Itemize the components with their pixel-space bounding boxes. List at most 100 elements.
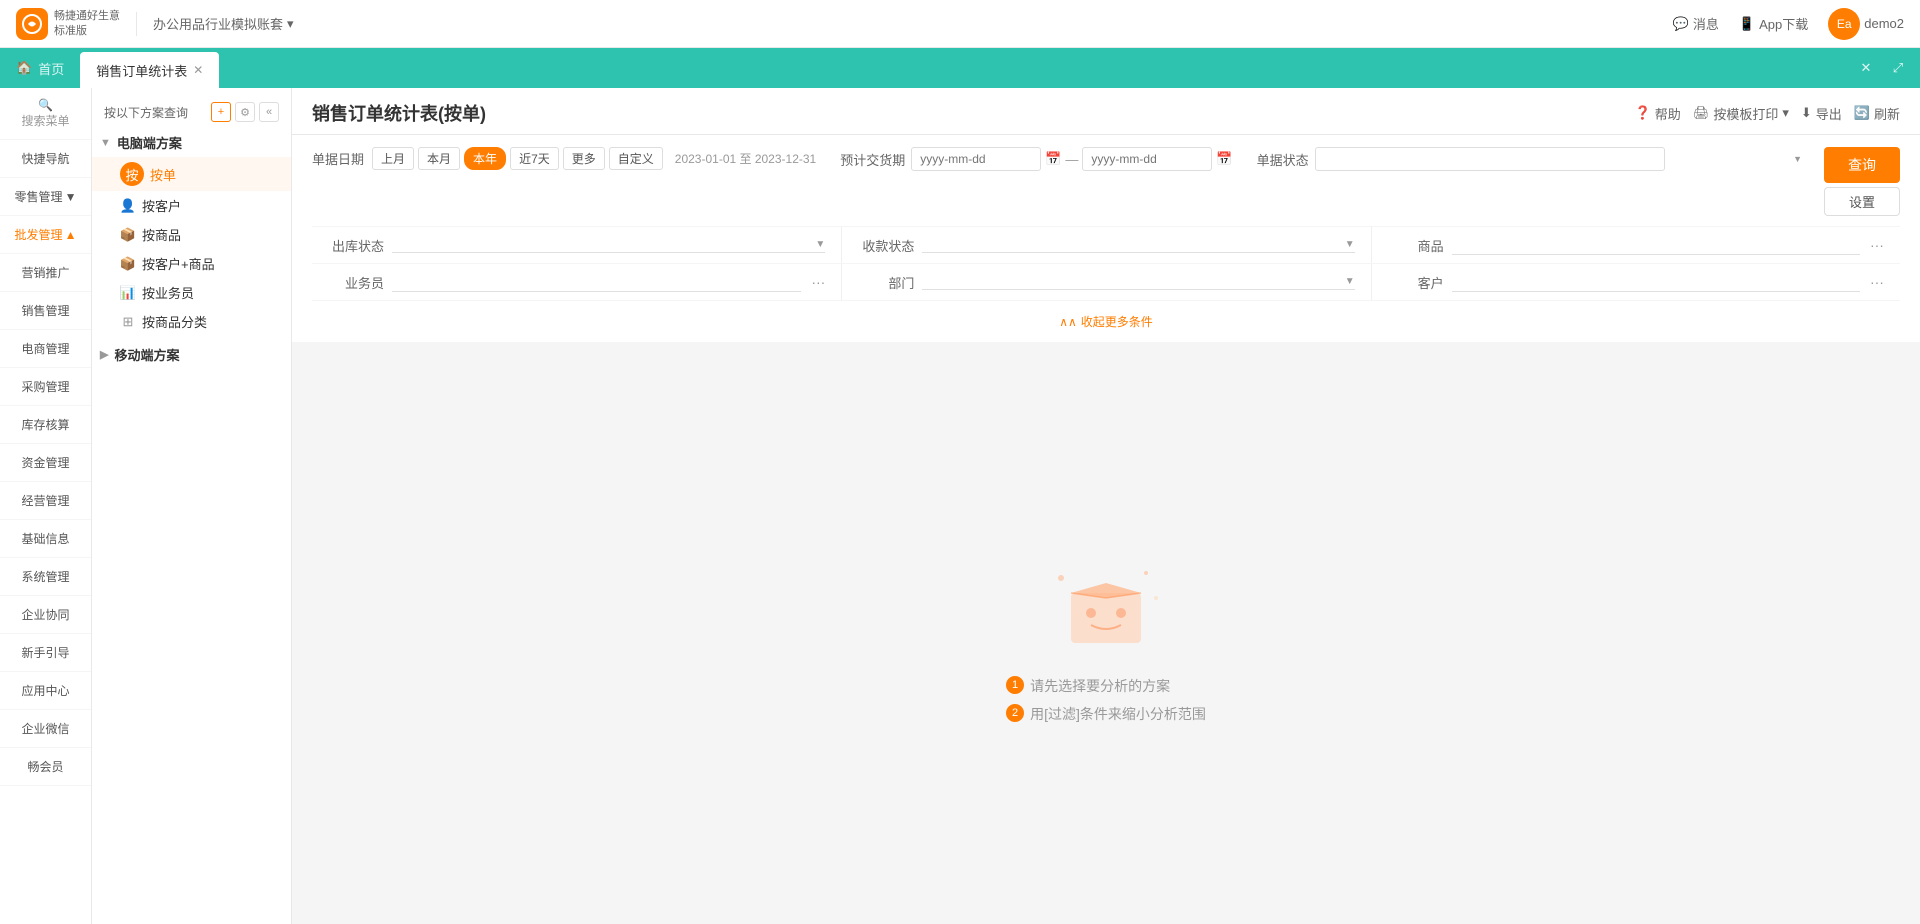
calendar-end-icon[interactable]: 📅 xyxy=(1216,151,1232,167)
last-month-btn[interactable]: 上月 xyxy=(372,147,414,170)
sidebar-item-wholesale[interactable]: 批发管理 ▲ xyxy=(0,216,91,254)
out-status-select-wrap: ▼ xyxy=(392,237,825,253)
tree-item-by-customer-product[interactable]: 📦 按客户+商品 xyxy=(92,249,291,278)
workspace-selector[interactable]: 办公用品行业模拟账套 ▾ xyxy=(153,14,294,33)
sidebar-item-guide[interactable]: 新手引导 xyxy=(0,634,91,672)
empty-illustration xyxy=(1036,543,1176,656)
chevron-down-icon: ▼ xyxy=(100,137,111,149)
query-button[interactable]: 查询 xyxy=(1824,147,1900,183)
avatar: Ea xyxy=(1828,8,1860,40)
sidebar-item-retail[interactable]: 零售管理 ▼ xyxy=(0,178,91,216)
last-7-days-btn[interactable]: 近7天 xyxy=(510,147,559,170)
user-avatar[interactable]: Ea demo2 xyxy=(1828,8,1904,40)
sidebar-item-search[interactable]: 🔍 搜索菜单 xyxy=(0,88,91,140)
home-icon: 🏠 xyxy=(16,60,32,76)
status-select[interactable] xyxy=(1315,147,1665,171)
tree-item-by-product[interactable]: 📦 按商品 xyxy=(92,220,291,249)
message-button[interactable]: 💬 消息 xyxy=(1673,14,1719,33)
sidebar-item-shortcuts[interactable]: 快捷导航 xyxy=(0,140,91,178)
date-range-display: 2023-01-01 至 2023-12-31 xyxy=(675,150,816,167)
receipt-status-select[interactable] xyxy=(922,237,1344,252)
arrow-icon: ▲ xyxy=(65,228,77,242)
refresh-button[interactable]: 🔄 刷新 xyxy=(1854,104,1900,123)
department-select[interactable] xyxy=(922,274,1344,289)
expected-date-start-input[interactable] xyxy=(911,147,1041,171)
sidebar-item-basic[interactable]: 基础信息 xyxy=(0,520,91,558)
sidebar-item-marketing[interactable]: 营销推广 xyxy=(0,254,91,292)
sidebar-item-system[interactable]: 系统管理 xyxy=(0,558,91,596)
this-month-btn[interactable]: 本月 xyxy=(418,147,460,170)
empty-tip-2: 2 用[过滤]条件来缩小分析范围 xyxy=(1006,704,1206,724)
collapse-panel-button[interactable]: « xyxy=(259,102,279,122)
tree-section-pc[interactable]: ▼ 电脑端方案 xyxy=(92,128,291,157)
sidebar-item-apps[interactable]: 应用中心 xyxy=(0,672,91,710)
active-indicator: 按 xyxy=(120,162,144,186)
goods-field: 商品 ··· xyxy=(1371,227,1900,263)
page-header: 销售订单统计表(按单) ❓ 帮助 🖨 按模板打印 ▾ ⬇ 导出 🔄 刷新 xyxy=(292,88,1920,135)
content-area: 销售订单统计表(按单) ❓ 帮助 🖨 按模板打印 ▾ ⬇ 导出 🔄 刷新 xyxy=(292,88,1920,924)
sidebar-item-purchase[interactable]: 采购管理 xyxy=(0,368,91,406)
export-button[interactable]: ⬇ 导出 xyxy=(1801,104,1842,123)
dropdown-icon: ▼ xyxy=(1345,239,1355,250)
salesperson-input[interactable] xyxy=(392,272,801,292)
this-year-btn[interactable]: 本年 xyxy=(464,147,506,170)
left-panel: 按以下方案查询 + ⚙ « ▼ 电脑端方案 按 按单 👤 按客户 📦 按商品 📦… xyxy=(92,88,292,924)
settings-scheme-button[interactable]: ⚙ xyxy=(235,102,255,122)
tree-item-by-product-category[interactable]: ⊞ 按商品分类 xyxy=(92,307,291,336)
tab-close-icon[interactable]: ✕ xyxy=(193,63,203,77)
department-label: 部门 xyxy=(858,273,914,292)
window-maximize-button[interactable]: ⤢ xyxy=(1884,54,1912,82)
goods-more-icon[interactable]: ··· xyxy=(1870,237,1884,253)
out-status-select[interactable] xyxy=(392,237,815,252)
out-status-label: 出库状态 xyxy=(328,236,384,255)
top-bar-left: 畅捷通好生意 标准版 办公用品行业模拟账套 ▾ xyxy=(16,8,294,40)
sidebar-item-ecommerce[interactable]: 电商管理 xyxy=(0,330,91,368)
logo-text: 畅捷通好生意 标准版 xyxy=(54,9,120,38)
sidebar-item-enterprise[interactable]: 企业协同 xyxy=(0,596,91,634)
sidebar-item-inventory[interactable]: 库存核算 xyxy=(0,406,91,444)
tree-item-by-customer[interactable]: 👤 按客户 xyxy=(92,191,291,220)
collapse-button[interactable]: ∧∧ 收起更多条件 xyxy=(1059,307,1153,336)
goods-input[interactable] xyxy=(1452,235,1860,255)
refresh-icon: 🔄 xyxy=(1854,105,1870,121)
tab-sales-order-stats[interactable]: 销售订单统计表 ✕ xyxy=(80,52,219,88)
custom-date-btn[interactable]: 自定义 xyxy=(609,147,663,170)
template-print-button[interactable]: 🖨 按模板打印 ▾ xyxy=(1693,104,1789,123)
sidebar-item-member[interactable]: 畅会员 xyxy=(0,748,91,786)
tree-section-mobile[interactable]: ▶ 移动端方案 xyxy=(92,340,291,369)
salesperson-more-icon[interactable]: ··· xyxy=(811,274,825,290)
help-button[interactable]: ❓ 帮助 xyxy=(1635,104,1681,123)
add-scheme-button[interactable]: + xyxy=(211,102,231,122)
more-date-btn[interactable]: 更多 xyxy=(563,147,605,170)
tree-item-by-salesperson[interactable]: 📊 按业务员 xyxy=(92,278,291,307)
workspace-name: 办公用品行业模拟账套 xyxy=(153,14,283,33)
tab-bar-actions: ✕ ⤢ xyxy=(1852,54,1920,82)
setup-button[interactable]: 设置 xyxy=(1824,187,1900,216)
page-actions: ❓ 帮助 🖨 按模板打印 ▾ ⬇ 导出 🔄 刷新 xyxy=(1635,104,1900,123)
out-status-field: 出库状态 ▼ xyxy=(312,227,841,263)
sidebar-item-finance[interactable]: 资金管理 xyxy=(0,444,91,482)
customer-input[interactable] xyxy=(1452,272,1860,292)
customer-label: 客户 xyxy=(1388,273,1444,292)
expected-date-group: 预计交货期 📅 — 📅 xyxy=(840,147,1232,171)
expected-date-end-input[interactable] xyxy=(1082,147,1212,171)
date-filter-group: 单据日期 上月 本月 本年 近7天 更多 自定义 2023-01-01 至 20… xyxy=(312,147,816,170)
customer-field: 客户 ··· xyxy=(1371,264,1900,300)
window-close-button[interactable]: ✕ xyxy=(1852,54,1880,82)
tip-text-1: 请先选择要分析的方案 xyxy=(1030,676,1170,696)
tab-home[interactable]: 🏠 首页 xyxy=(0,48,80,88)
filter-row-3: 业务员 ··· 部门 ▼ 客户 ··· xyxy=(312,264,1900,301)
download-icon: 📱 xyxy=(1739,16,1755,32)
sidebar-item-operations[interactable]: 经营管理 xyxy=(0,482,91,520)
box-icon: 📦 xyxy=(120,227,136,243)
sidebar-item-sales[interactable]: 销售管理 xyxy=(0,292,91,330)
calendar-start-icon[interactable]: 📅 xyxy=(1045,151,1061,167)
logo-area: 畅捷通好生意 标准版 xyxy=(16,8,120,40)
expected-date-input-group: 📅 — 📅 xyxy=(911,147,1232,171)
sidebar-item-wechat[interactable]: 企业微信 xyxy=(0,710,91,748)
customer-more-icon[interactable]: ··· xyxy=(1870,274,1884,290)
dropdown-icon: ▾ xyxy=(1782,105,1789,121)
export-icon: ⬇ xyxy=(1801,105,1812,121)
tree-item-by-order[interactable]: 按 按单 xyxy=(92,157,291,191)
app-download-button[interactable]: 📱 App下载 xyxy=(1739,14,1808,33)
